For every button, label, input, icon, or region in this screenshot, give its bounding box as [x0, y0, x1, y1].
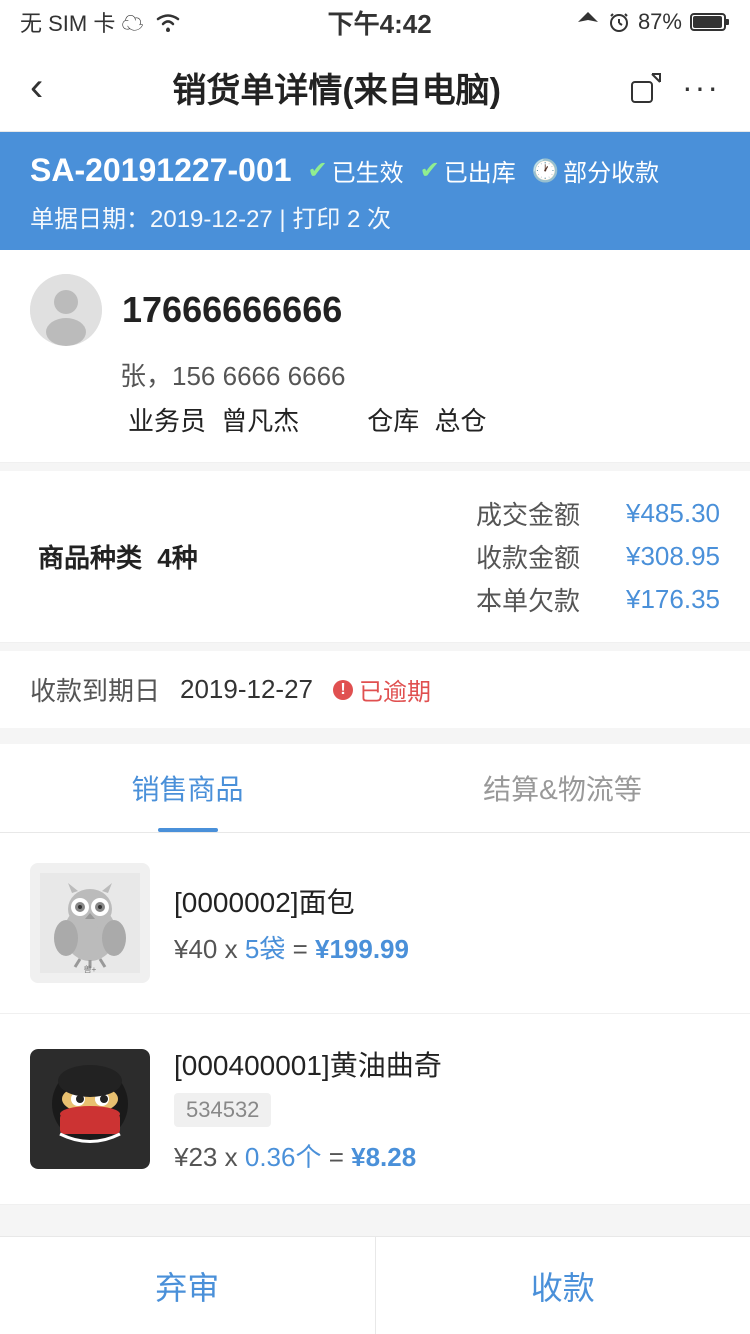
- warehouse-value: 总仓: [435, 406, 487, 436]
- status-left: 无 SIM 卡 ☁: [20, 6, 183, 38]
- location-icon: [576, 10, 600, 34]
- owed-amount-row: 本单欠款 ¥176.35: [476, 581, 720, 618]
- battery-icon: [690, 11, 730, 33]
- product-name-1: [0000002]面包: [174, 881, 720, 921]
- owed-amount-value: ¥176.35: [600, 584, 720, 615]
- due-label: 收款到期日: [30, 671, 160, 708]
- status-bar: 无 SIM 卡 ☁ 下午4:42 87%: [0, 0, 750, 44]
- nav-bar: ‹ 销货单详情(来自电脑) ···: [0, 44, 750, 132]
- separator-1: [0, 463, 750, 471]
- product-count: 商品种类 4种: [30, 538, 198, 575]
- nav-right: ···: [630, 69, 720, 106]
- separator-3: [0, 736, 750, 744]
- alarm-icon: [608, 11, 630, 33]
- sim-text: 无 SIM 卡 ☁: [20, 6, 143, 38]
- receipt-amount-value: ¥308.95: [600, 541, 720, 572]
- tab-settlement-label: 结算&物流等: [483, 774, 642, 805]
- due-section: 收款到期日 2019-12-27 ! 已逾期: [0, 651, 750, 736]
- deal-amount-value: ¥485.30: [600, 498, 720, 529]
- wifi-icon: [153, 11, 183, 33]
- back-button[interactable]: ‹: [30, 65, 43, 110]
- tab-products-label: 销售商品: [131, 774, 243, 805]
- due-date-value: 2019-12-27: [180, 674, 313, 705]
- product-total-2: ¥8.28: [351, 1142, 416, 1172]
- product-count-label: 商品种类: [38, 543, 142, 573]
- salesperson-item: 业务员 曾凡杰: [120, 401, 299, 438]
- product-price-2: ¥23 x 0.36个 = ¥8.28: [174, 1137, 720, 1174]
- customer-phone: 张，156 6666 6666: [120, 356, 720, 393]
- deal-amount-label: 成交金额: [476, 495, 580, 532]
- nav-left: ‹: [30, 65, 43, 110]
- stats-left: 商品种类 4种: [30, 495, 198, 618]
- customer-row: 17666666666: [30, 274, 720, 346]
- product-total-1: ¥199.99: [315, 934, 409, 964]
- status-time: 下午4:42: [328, 4, 432, 41]
- status-badges: ✔ 已生效 ✔ 已出库 🕐 部分收款: [308, 153, 660, 188]
- order-number: SA-20191227-001: [30, 152, 292, 189]
- customer-section: 17666666666 张，156 6666 6666 业务员 曾凡杰 仓库 总…: [0, 250, 750, 463]
- badge-partial: 🕐 部分收款: [532, 153, 659, 188]
- product-unit-price-2: ¥23: [174, 1142, 217, 1172]
- product-list: 兽+ [0000002]面包 ¥40 x 5袋 = ¥199.99: [0, 833, 750, 1205]
- more-button[interactable]: ···: [682, 69, 720, 106]
- product-info-2: [000400001]黄油曲奇 534532 ¥23 x 0.36个 = ¥8.…: [174, 1044, 720, 1174]
- badge-effective-text: 已生效: [332, 153, 404, 188]
- page-title: 销货单详情(来自电脑): [172, 63, 501, 112]
- product-thumb-1: 兽+: [30, 863, 150, 983]
- bottom-bar: 弃审 收款: [0, 1236, 750, 1334]
- badge-shipped-text: 已出库: [444, 153, 516, 188]
- deal-amount-row: 成交金额 ¥485.30: [476, 495, 720, 532]
- battery-text: 87%: [638, 9, 682, 35]
- product-name-2: [000400001]黄油曲奇: [174, 1044, 720, 1084]
- product-count-value: 4种: [157, 543, 197, 573]
- receipt-amount-label: 收款金额: [476, 538, 580, 575]
- avatar: [30, 274, 102, 346]
- salesperson-label: 业务员: [128, 406, 206, 436]
- check-icon-2: ✔: [420, 156, 440, 185]
- overdue-badge: ! 已逾期: [333, 672, 431, 707]
- product-image-ninja: [30, 1049, 150, 1169]
- owed-amount-label: 本单欠款: [476, 581, 580, 618]
- share-icon[interactable]: [630, 72, 662, 104]
- status-right: 87%: [576, 9, 730, 35]
- collect-button[interactable]: 收款: [376, 1237, 750, 1334]
- badge-partial-text: 部分收款: [563, 153, 659, 188]
- separator-2: [0, 643, 750, 651]
- product-unit-price-1: ¥40: [174, 934, 217, 964]
- tab-products[interactable]: 销售商品: [0, 744, 375, 832]
- svg-text:兽+: 兽+: [84, 964, 97, 973]
- badge-effective: ✔ 已生效: [308, 153, 404, 188]
- tab-settlement[interactable]: 结算&物流等: [375, 744, 750, 832]
- product-batch-2: 534532: [174, 1093, 271, 1127]
- order-header: SA-20191227-001 ✔ 已生效 ✔ 已出库 🕐 部分收款 单据日期：…: [0, 132, 750, 250]
- product-image-owl: 兽+: [40, 873, 140, 973]
- stats-section: 商品种类 4种 成交金额 ¥485.30 收款金额 ¥308.95 本单欠款 ¥…: [0, 471, 750, 643]
- avatar-image: [30, 274, 102, 346]
- overdue-icon: !: [333, 680, 353, 700]
- clock-icon: 🕐: [532, 158, 559, 184]
- order-date: 单据日期：2019-12-27 | 打印 2 次: [30, 199, 720, 234]
- customer-meta: 业务员 曾凡杰 仓库 总仓: [120, 401, 720, 438]
- abandon-label: 弃审: [155, 1263, 219, 1309]
- badge-shipped: ✔ 已出库: [420, 153, 516, 188]
- stats-right: 成交金额 ¥485.30 收款金额 ¥308.95 本单欠款 ¥176.35: [476, 495, 720, 618]
- abandon-button[interactable]: 弃审: [0, 1237, 376, 1334]
- receipt-amount-row: 收款金额 ¥308.95: [476, 538, 720, 575]
- overdue-text: 已逾期: [359, 672, 431, 707]
- collect-label: 收款: [531, 1263, 595, 1309]
- product-item-1: 兽+ [0000002]面包 ¥40 x 5袋 = ¥199.99: [0, 833, 750, 1014]
- product-info-1: [0000002]面包 ¥40 x 5袋 = ¥199.99: [174, 881, 720, 966]
- product-qty-2: 0.36个: [245, 1142, 322, 1172]
- product-qty-1: 5袋: [245, 934, 285, 964]
- warehouse-label: 仓库: [367, 406, 419, 436]
- product-price-1: ¥40 x 5袋 = ¥199.99: [174, 929, 720, 966]
- check-icon-1: ✔: [308, 156, 328, 185]
- salesperson-value: 曾凡杰: [221, 406, 299, 436]
- tabs: 销售商品 结算&物流等: [0, 744, 750, 833]
- warehouse-item: 仓库 总仓: [359, 401, 486, 438]
- customer-id: 17666666666: [122, 289, 342, 331]
- product-item-2: [000400001]黄油曲奇 534532 ¥23 x 0.36个 = ¥8.…: [0, 1014, 750, 1205]
- product-thumb-2: [30, 1049, 150, 1169]
